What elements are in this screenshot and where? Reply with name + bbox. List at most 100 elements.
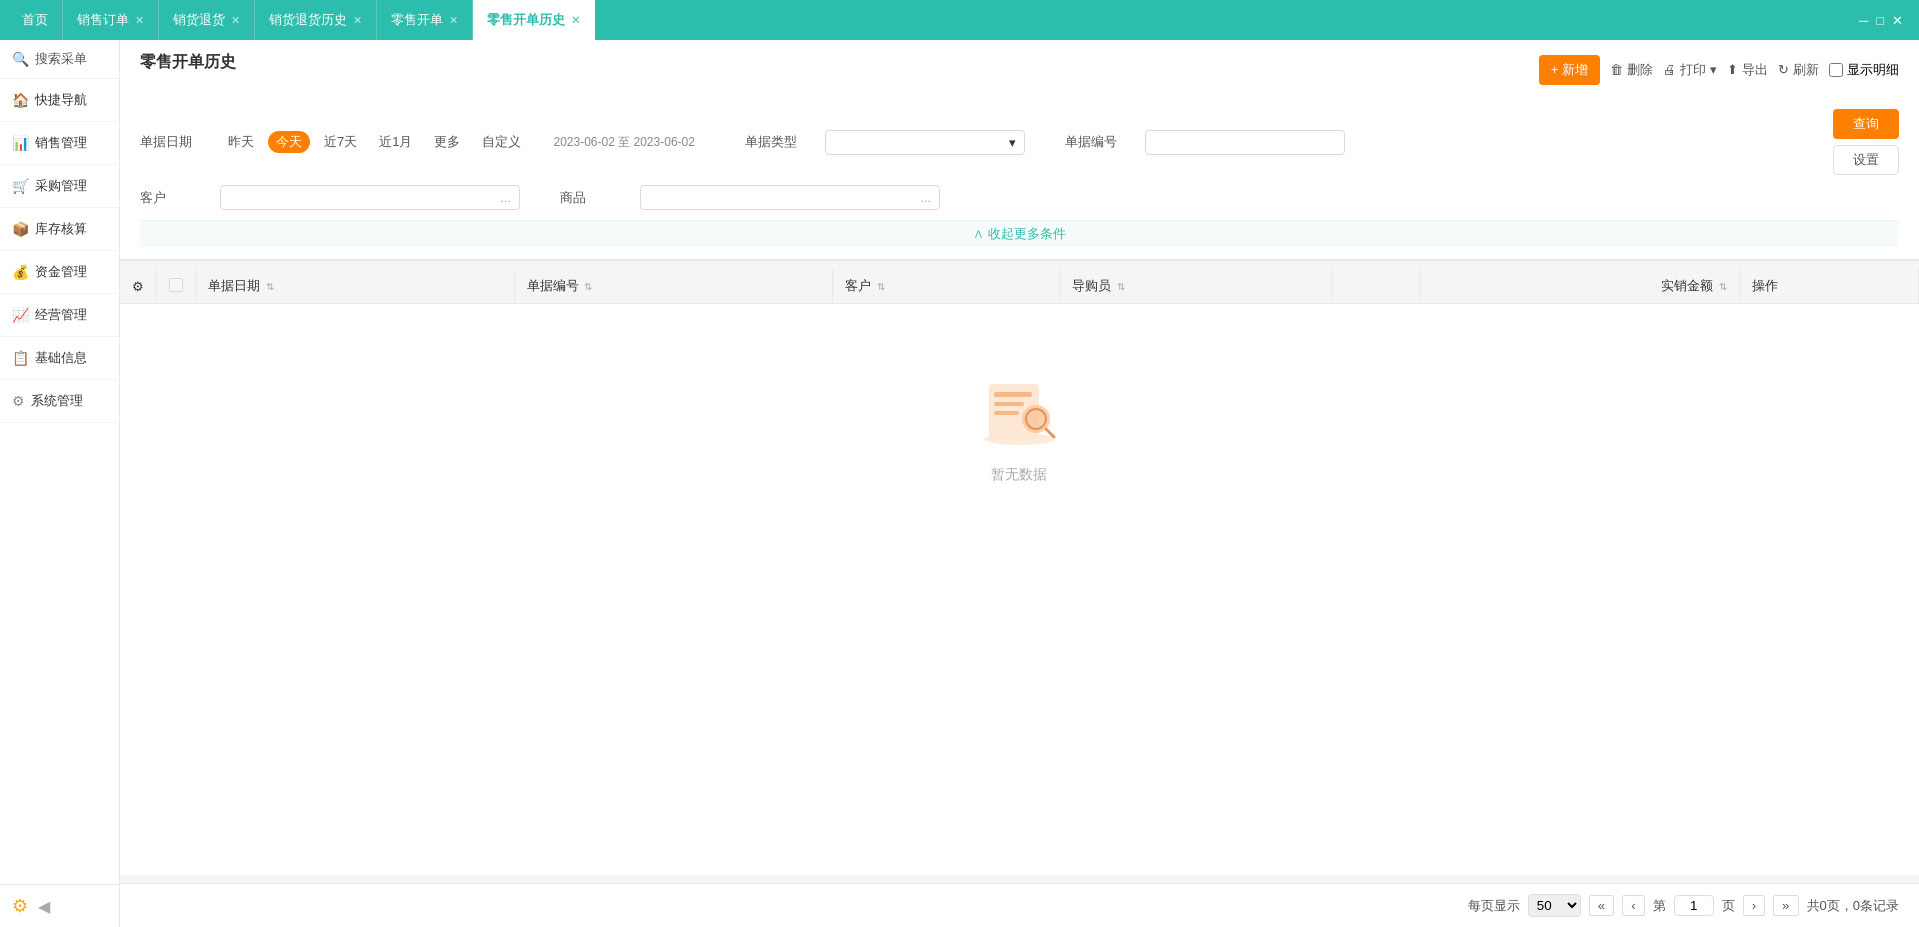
sidebar-label-purchase-mgmt: 采购管理 <box>35 177 87 195</box>
th-date[interactable]: 单据日期 ⇅ <box>196 269 515 304</box>
sidebar-label-finance: 资金管理 <box>35 263 87 281</box>
th-amount-label: 实销金额 <box>1661 278 1713 293</box>
sidebar-search[interactable]: 🔍 搜索采单 <box>0 40 119 79</box>
empty-state: 暂无数据 <box>120 304 1919 544</box>
th-guide[interactable]: 导购员 ⇅ <box>1060 269 1333 304</box>
sidebar-item-operations[interactable]: 📈 经营管理 <box>0 294 119 337</box>
th-check[interactable] <box>157 269 196 304</box>
empty-illustration <box>974 364 1064 454</box>
collapse-label: ∧ 收起更多条件 <box>973 225 1066 243</box>
tab-sales-return[interactable]: 销货退货 ✕ <box>159 0 255 40</box>
sidebar-item-purchase-mgmt[interactable]: 🛒 采购管理 <box>0 165 119 208</box>
collapse-filter-bar[interactable]: ∧ 收起更多条件 <box>140 220 1899 247</box>
sidebar-item-quick-nav[interactable]: 🏠 快捷导航 <box>0 79 119 122</box>
tab-home[interactable]: 首页 <box>8 0 63 40</box>
main-layout: 🔍 搜索采单 🏠 快捷导航 📊 销售管理 🛒 采购管理 📦 库存核算 💰 资金管… <box>0 40 1919 927</box>
prev-page-button[interactable]: ‹ <box>1622 895 1644 916</box>
pagination: 每页显示 10 20 50 100 « ‹ 第 页 › » 共0页，0条记录 <box>120 883 1919 927</box>
sort-date-icon: ⇅ <box>266 281 274 292</box>
content-area: 零售开单历史 + 新增 🗑 🗑 删除 删除 🖨 打印 ▾ <box>120 40 1919 927</box>
empty-text: 暂无数据 <box>991 466 1047 484</box>
page-header-section: 零售开单历史 + 新增 🗑 🗑 删除 删除 🖨 打印 ▾ <box>120 40 1919 261</box>
page-number-input[interactable] <box>1674 895 1714 916</box>
date-opt-1month[interactable]: 近1月 <box>371 131 420 153</box>
th-number[interactable]: 单据编号 ⇅ <box>514 269 833 304</box>
date-opt-more[interactable]: 更多 <box>426 131 468 153</box>
sidebar-item-sales-mgmt[interactable]: 📊 销售管理 <box>0 122 119 165</box>
settings-bottom-icon[interactable]: ⚙ <box>12 895 28 917</box>
number-input[interactable] <box>1145 130 1345 155</box>
th-amount[interactable]: 实销金额 ⇅ <box>1421 269 1740 304</box>
date-opt-yesterday[interactable]: 昨天 <box>220 131 262 153</box>
goods-select[interactable]: ... <box>640 185 940 210</box>
select-all-checkbox[interactable] <box>169 278 183 292</box>
sidebar-item-basic-info[interactable]: 📋 基础信息 <box>0 337 119 380</box>
next-page-button[interactable]: › <box>1743 895 1765 916</box>
first-page-button[interactable]: « <box>1589 895 1614 916</box>
th-guide-label: 导购员 <box>1072 278 1111 293</box>
settings-col-icon: ⚙ <box>132 279 144 294</box>
close-tab-retail-open-history[interactable]: ✕ <box>571 14 580 27</box>
top-bar: 首页 销售订单 ✕ 销货退货 ✕ 销货退货历史 ✕ 零售开单 ✕ 零售开单历史 … <box>0 0 1919 40</box>
customer-filter-label: 客户 <box>140 189 200 207</box>
last-page-button[interactable]: » <box>1773 895 1798 916</box>
date-opt-today[interactable]: 今天 <box>268 131 310 153</box>
svg-rect-4 <box>994 411 1019 415</box>
customer-dots-icon: ... <box>500 190 511 205</box>
sort-customer-icon: ⇅ <box>877 281 885 292</box>
sidebar-item-system-mgmt[interactable]: ⚙ 系统管理 <box>0 380 119 423</box>
svg-rect-3 <box>994 402 1024 406</box>
inventory-icon: 📦 <box>12 221 29 237</box>
tab-sales-order[interactable]: 销售订单 ✕ <box>63 0 159 40</box>
dropdown-arrow-icon: ▾ <box>1009 135 1016 150</box>
th-customer-label: 客户 <box>845 278 871 293</box>
system-icon: ⚙ <box>12 393 25 409</box>
th-spacer <box>1333 269 1421 304</box>
tab-retail-open[interactable]: 零售开单 ✕ <box>377 0 473 40</box>
delete-button[interactable]: 🗑 🗑 删除 删除 <box>1610 61 1653 79</box>
home-icon: 🏠 <box>12 92 29 108</box>
finance-icon: 💰 <box>12 264 29 280</box>
export-button[interactable]: ⬆ 导出 <box>1727 61 1768 79</box>
sales-icon: 📊 <box>12 135 29 151</box>
window-close[interactable]: ✕ <box>1892 13 1903 28</box>
window-maximize[interactable]: □ <box>1876 13 1884 28</box>
sidebar-item-finance[interactable]: 💰 资金管理 <box>0 251 119 294</box>
display-cols-checkbox[interactable] <box>1829 63 1843 77</box>
print-dropdown-icon: ▾ <box>1710 62 1717 77</box>
date-options: 昨天 今天 近7天 近1月 更多 自定义 <box>220 131 529 153</box>
query-button[interactable]: 查询 <box>1833 109 1899 139</box>
customer-select[interactable]: ... <box>220 185 520 210</box>
sidebar-label-operations: 经营管理 <box>35 306 87 324</box>
goods-dots-icon: ... <box>920 190 931 205</box>
close-tab-sales-order[interactable]: ✕ <box>135 14 144 27</box>
type-select[interactable]: ▾ <box>825 130 1025 155</box>
display-cols-toggle[interactable]: 显示明细 <box>1829 61 1899 79</box>
th-settings[interactable]: ⚙ <box>120 269 157 304</box>
date-opt-7days[interactable]: 近7天 <box>316 131 365 153</box>
th-customer[interactable]: 客户 ⇅ <box>833 269 1060 304</box>
settings-button[interactable]: 设置 <box>1833 145 1899 175</box>
refresh-button[interactable]: ↻ 刷新 <box>1778 61 1819 79</box>
sidebar-label-system-mgmt: 系统管理 <box>31 392 83 410</box>
close-tab-retail-open[interactable]: ✕ <box>449 14 458 27</box>
per-page-label: 每页显示 <box>1468 897 1520 915</box>
type-filter-label: 单据类型 <box>745 133 805 151</box>
tab-retail-open-history[interactable]: 零售开单历史 ✕ <box>473 0 595 40</box>
date-opt-custom[interactable]: 自定义 <box>474 131 529 153</box>
tab-sales-return-history[interactable]: 销货退货历史 ✕ <box>255 0 377 40</box>
print-button[interactable]: 🖨 打印 ▾ <box>1663 61 1717 79</box>
close-tab-sales-return-history[interactable]: ✕ <box>353 14 362 27</box>
purchase-icon: 🛒 <box>12 178 29 194</box>
sidebar-label-inventory: 库存核算 <box>35 220 87 238</box>
sidebar-item-inventory[interactable]: 📦 库存核算 <box>0 208 119 251</box>
per-page-select[interactable]: 10 20 50 100 <box>1528 894 1581 917</box>
table-header: ⚙ 单据日期 ⇅ 单据编号 ⇅ <box>120 269 1919 304</box>
window-minimize[interactable]: ─ <box>1859 13 1868 28</box>
th-number-label: 单据编号 <box>527 278 579 293</box>
add-button[interactable]: + 新增 <box>1539 55 1600 85</box>
collapse-sidebar-icon[interactable]: ◀ <box>38 897 50 916</box>
th-action-label: 操作 <box>1752 278 1778 293</box>
close-tab-sales-return[interactable]: ✕ <box>231 14 240 27</box>
topbar-window-controls: ─ □ ✕ <box>1859 13 1911 28</box>
